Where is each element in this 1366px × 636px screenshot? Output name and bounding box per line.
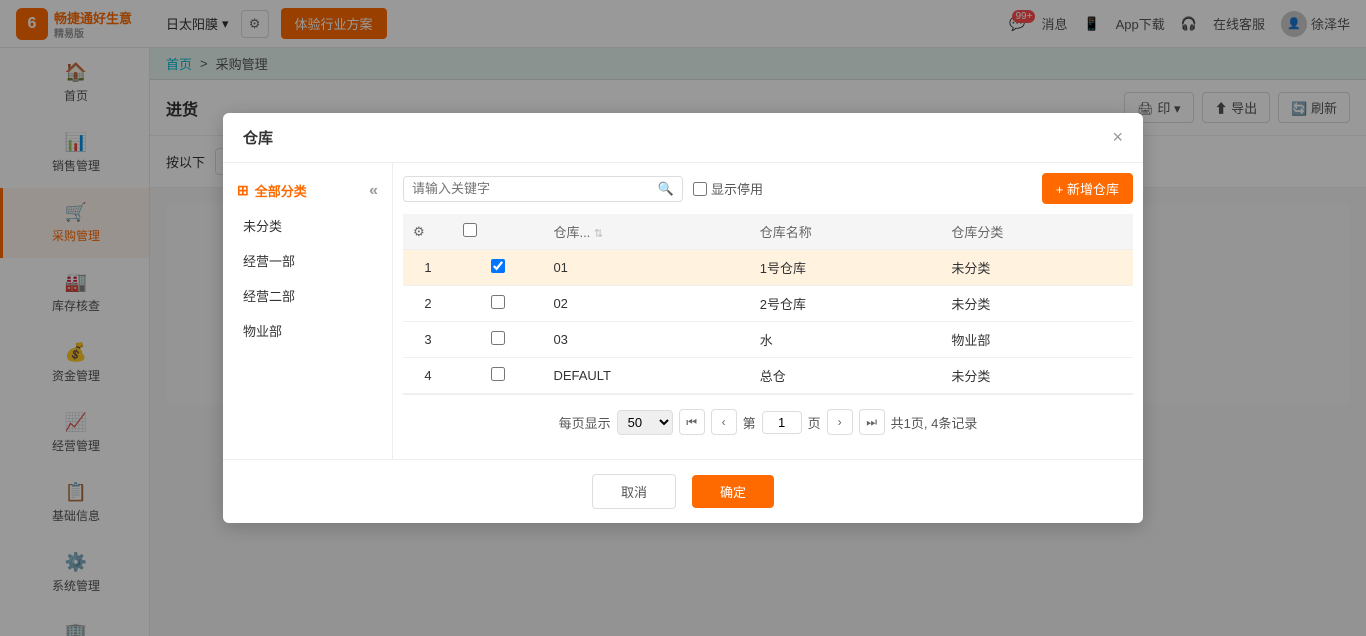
search-icon[interactable]: 🔍 [658, 181, 674, 197]
next-page-button[interactable]: › [827, 409, 853, 435]
category-item-1[interactable]: 经营一部 [223, 243, 392, 278]
row-num-3: 4 [403, 358, 453, 394]
modal-footer: 取消 确定 [223, 459, 1143, 523]
gear-icon[interactable]: ⚙ [413, 224, 425, 239]
table-row[interactable]: 1 01 1号仓库 未分类 [403, 250, 1133, 286]
table-row[interactable]: 3 03 水 物业部 [403, 322, 1133, 358]
category-item-2[interactable]: 经营二部 [223, 278, 392, 313]
row-name-2: 水 [750, 322, 942, 358]
modal-body: ⊞ 全部分类 « 未分类 经营一部 经营二部 物业部 [223, 163, 1143, 459]
row-category-1: 未分类 [941, 286, 1133, 322]
category-item-3[interactable]: 物业部 [223, 313, 392, 348]
add-warehouse-button[interactable]: + 新增仓库 [1042, 173, 1133, 204]
modal-title: 仓库 [243, 127, 273, 148]
row-category-0: 未分类 [941, 250, 1133, 286]
first-page-button[interactable]: ⏮ [679, 409, 705, 435]
all-categories-label: 全部分类 [255, 181, 307, 200]
search-input-wrap: 🔍 [403, 176, 683, 202]
page-size-label: 每页显示 [559, 413, 611, 432]
table-container: ⚙ 仓库... ⇅ 仓库名称 [403, 214, 1133, 394]
th-name: 仓库名称 [750, 214, 942, 250]
row-checkbox-3[interactable] [491, 367, 505, 381]
page-size-select[interactable]: 50 20 100 [617, 410, 673, 435]
table-panel: 🔍 显示停用 + 新增仓库 ⚙ [393, 163, 1143, 459]
show-disabled-checkbox[interactable] [693, 182, 707, 196]
modal-header: 仓库 × [223, 113, 1143, 163]
row-check-3 [453, 358, 543, 394]
row-code-3: DEFAULT [543, 358, 749, 394]
warehouse-modal: 仓库 × ⊞ 全部分类 « 未分类 经营一部 经营二部 [223, 113, 1143, 523]
category-item-0[interactable]: 未分类 [223, 208, 392, 243]
sort-icon-code: ⇅ [594, 228, 603, 240]
page-number-input[interactable] [762, 411, 802, 434]
row-name-3: 总仓 [750, 358, 942, 394]
show-disabled-label: 显示停用 [693, 179, 763, 198]
row-check-1 [453, 286, 543, 322]
modal-close-button[interactable]: × [1112, 127, 1123, 148]
row-checkbox-2[interactable] [491, 331, 505, 345]
last-page-button[interactable]: ⏭ [859, 409, 885, 435]
page-unit: 页 [808, 413, 821, 432]
grid-icon: ⊞ [237, 182, 249, 199]
th-settings: ⚙ [403, 214, 453, 250]
row-category-2: 物业部 [941, 322, 1133, 358]
total-info: 共1页, 4条记录 [891, 413, 978, 432]
row-num-2: 3 [403, 322, 453, 358]
table-row[interactable]: 4 DEFAULT 总仓 未分类 [403, 358, 1133, 394]
pagination: 每页显示 50 20 100 ⏮ ‹ 第 页 › ⏭ 共1页, 4条记录 [403, 394, 1133, 449]
cancel-button[interactable]: 取消 [592, 474, 676, 509]
row-code-2: 03 [543, 322, 749, 358]
th-category: 仓库分类 [941, 214, 1133, 250]
row-num-1: 2 [403, 286, 453, 322]
prev-page-button[interactable]: ‹ [711, 409, 737, 435]
row-check-2 [453, 322, 543, 358]
row-checkbox-1[interactable] [491, 295, 505, 309]
row-checkbox-0[interactable] [491, 259, 505, 273]
all-categories-item[interactable]: ⊞ 全部分类 « [223, 173, 392, 208]
th-code: 仓库... ⇅ [543, 214, 749, 250]
table-row[interactable]: 2 02 2号仓库 未分类 [403, 286, 1133, 322]
th-checkbox [453, 214, 543, 250]
row-category-3: 未分类 [941, 358, 1133, 394]
row-code-0: 01 [543, 250, 749, 286]
search-input[interactable] [412, 181, 658, 196]
row-code-1: 02 [543, 286, 749, 322]
modal-overlay[interactable]: 仓库 × ⊞ 全部分类 « 未分类 经营一部 经营二部 [0, 0, 1366, 636]
collapse-icon[interactable]: « [369, 182, 378, 200]
confirm-button[interactable]: 确定 [692, 475, 774, 508]
table-toolbar: 🔍 显示停用 + 新增仓库 [403, 173, 1133, 204]
page-label: 第 [743, 413, 756, 432]
category-panel: ⊞ 全部分类 « 未分类 经营一部 经营二部 物业部 [223, 163, 393, 459]
row-num-0: 1 [403, 250, 453, 286]
select-all-checkbox[interactable] [463, 223, 477, 237]
row-name-0: 1号仓库 [750, 250, 942, 286]
warehouse-table: ⚙ 仓库... ⇅ 仓库名称 [403, 214, 1133, 394]
row-check-0 [453, 250, 543, 286]
row-name-1: 2号仓库 [750, 286, 942, 322]
